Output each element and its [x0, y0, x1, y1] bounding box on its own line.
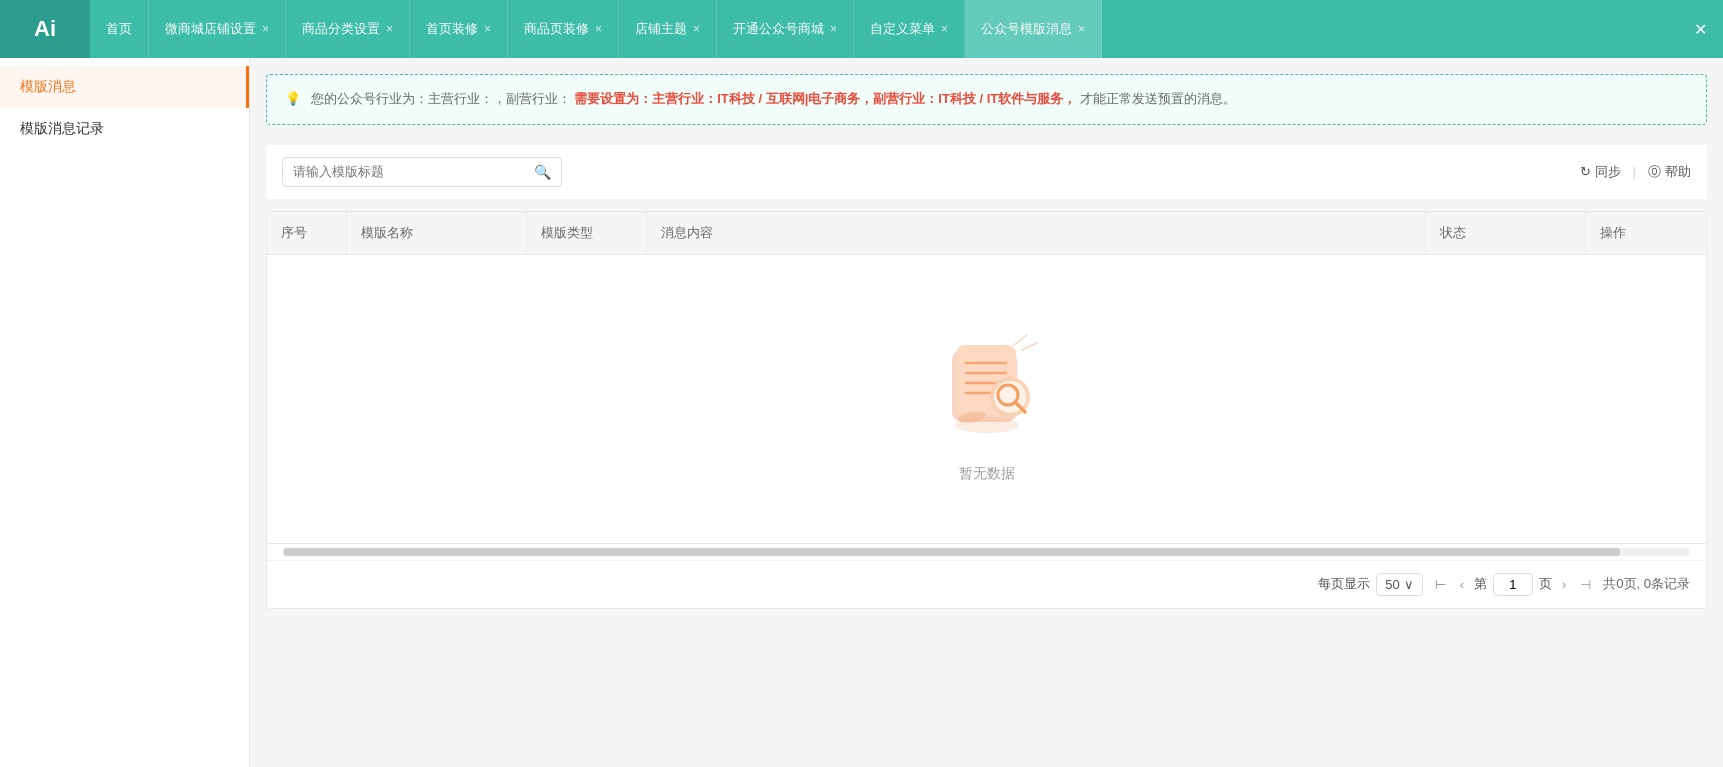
- horizontal-scrollbar[interactable]: [267, 543, 1706, 560]
- search-input[interactable]: [293, 164, 534, 179]
- nav-tab-template[interactable]: 公众号模版消息×: [965, 0, 1102, 58]
- sidebar-item-template-record[interactable]: 模版消息记录: [0, 108, 249, 150]
- nav-tab-close-theme[interactable]: ×: [693, 22, 700, 36]
- table-col-status: 状态: [1426, 212, 1586, 254]
- nav-tab-menu[interactable]: 自定义菜单×: [854, 0, 965, 58]
- search-area: 🔍 ↻ 同步 | ⓪ 帮助: [266, 145, 1707, 199]
- nav-tabs: 首页微商城店铺设置×商品分类设置×首页装修×商品页装修×店铺主题×开通公众号商城…: [90, 0, 1678, 58]
- nav-tab-close-homepage[interactable]: ×: [484, 22, 491, 36]
- total-info: 共0页, 0条记录: [1603, 575, 1690, 593]
- notice-highlight: 需要设置为：主营行业：IT科技 / 互联网|电子商务，副营行业：IT科技 / I…: [574, 91, 1076, 106]
- page-navigation: ⊢ ‹ 第 页 › ⊣: [1431, 573, 1596, 596]
- page-number-input[interactable]: [1493, 573, 1533, 596]
- nav-tab-close-mall[interactable]: ×: [830, 22, 837, 36]
- sync-icon: ↻: [1580, 164, 1591, 179]
- main-layout: 模版消息模版消息记录 💡 您的公众号行业为：主营行业：，副营行业： 需要设置为：…: [0, 58, 1723, 767]
- table-header: 序号模版名称模版类型消息内容状态操作: [267, 212, 1706, 255]
- prev-page-button[interactable]: ‹: [1456, 575, 1468, 594]
- nav-tab-close-menu[interactable]: ×: [941, 22, 948, 36]
- table-col-content: 消息内容: [647, 212, 1426, 254]
- notice-prefix: 您的公众号行业为：主营行业：，副营行业：: [311, 91, 571, 106]
- chevron-down-icon: ∨: [1404, 577, 1414, 592]
- nav-tab-close-category[interactable]: ×: [386, 22, 393, 36]
- empty-state: 暂无数据: [267, 255, 1706, 543]
- table-col-type: 模版类型: [527, 212, 647, 254]
- page-label: 页: [1539, 575, 1552, 593]
- notice-banner: 💡 您的公众号行业为：主营行业：，副营行业： 需要设置为：主营行业：IT科技 /…: [266, 74, 1707, 125]
- app-logo: Ai: [0, 0, 90, 58]
- last-page-button[interactable]: ⊣: [1576, 575, 1595, 594]
- sync-label: 同步: [1595, 163, 1621, 181]
- empty-text: 暂无数据: [959, 465, 1015, 483]
- page-size-select: 每页显示 50 ∨: [1318, 573, 1422, 596]
- nav-tab-product[interactable]: 商品页装修×: [508, 0, 619, 58]
- toolbar-right: ↻ 同步 | ⓪ 帮助: [1580, 163, 1691, 181]
- notice-icon: 💡: [285, 91, 301, 106]
- first-page-button[interactable]: ⊢: [1431, 575, 1450, 594]
- help-label: 帮助: [1665, 163, 1691, 181]
- nav-tab-wshop[interactable]: 微商城店铺设置×: [149, 0, 286, 58]
- content-area: 💡 您的公众号行业为：主营行业：，副营行业： 需要设置为：主营行业：IT科技 /…: [250, 58, 1723, 767]
- nav-tab-close-product[interactable]: ×: [595, 22, 602, 36]
- sync-button[interactable]: ↻ 同步: [1580, 163, 1621, 181]
- page-size-value: 50: [1385, 577, 1399, 592]
- table-col-name: 模版名称: [347, 212, 527, 254]
- empty-illustration: [922, 315, 1052, 445]
- svg-line-13: [1022, 343, 1037, 350]
- nav-tab-homepage[interactable]: 首页装修×: [410, 0, 508, 58]
- top-navbar: Ai 首页微商城店铺设置×商品分类设置×首页装修×商品页装修×店铺主题×开通公众…: [0, 0, 1723, 58]
- page-prefix: 第: [1474, 575, 1487, 593]
- notice-suffix: 才能正常发送预置的消息。: [1080, 91, 1236, 106]
- search-input-wrap[interactable]: 🔍: [282, 157, 562, 187]
- nav-tab-category[interactable]: 商品分类设置×: [286, 0, 410, 58]
- help-icon: ⓪: [1648, 163, 1661, 181]
- nav-tab-theme[interactable]: 店铺主题×: [619, 0, 717, 58]
- table-col-action: 操作: [1586, 212, 1706, 254]
- help-button[interactable]: ⓪ 帮助: [1648, 163, 1691, 181]
- next-page-button[interactable]: ›: [1558, 575, 1570, 594]
- svg-line-12: [1014, 335, 1027, 345]
- nav-tab-close-wshop[interactable]: ×: [262, 22, 269, 36]
- search-icon[interactable]: 🔍: [534, 164, 551, 180]
- page-size-dropdown[interactable]: 50 ∨: [1376, 573, 1422, 596]
- page-size-label: 每页显示: [1318, 575, 1370, 593]
- table-col-index: 序号: [267, 212, 347, 254]
- pagination: 每页显示 50 ∨ ⊢ ‹ 第 页 › ⊣ 共0页, 0条记录: [267, 560, 1706, 608]
- close-all-button[interactable]: ✕: [1678, 20, 1723, 39]
- sidebar: 模版消息模版消息记录: [0, 58, 250, 767]
- data-table: 序号模版名称模版类型消息内容状态操作: [266, 211, 1707, 609]
- sidebar-item-template-msg[interactable]: 模版消息: [0, 66, 249, 108]
- toolbar-divider: |: [1633, 164, 1636, 179]
- nav-tab-close-template[interactable]: ×: [1078, 22, 1085, 36]
- nav-tab-home[interactable]: 首页: [90, 0, 149, 58]
- nav-tab-mall[interactable]: 开通公众号商城×: [717, 0, 854, 58]
